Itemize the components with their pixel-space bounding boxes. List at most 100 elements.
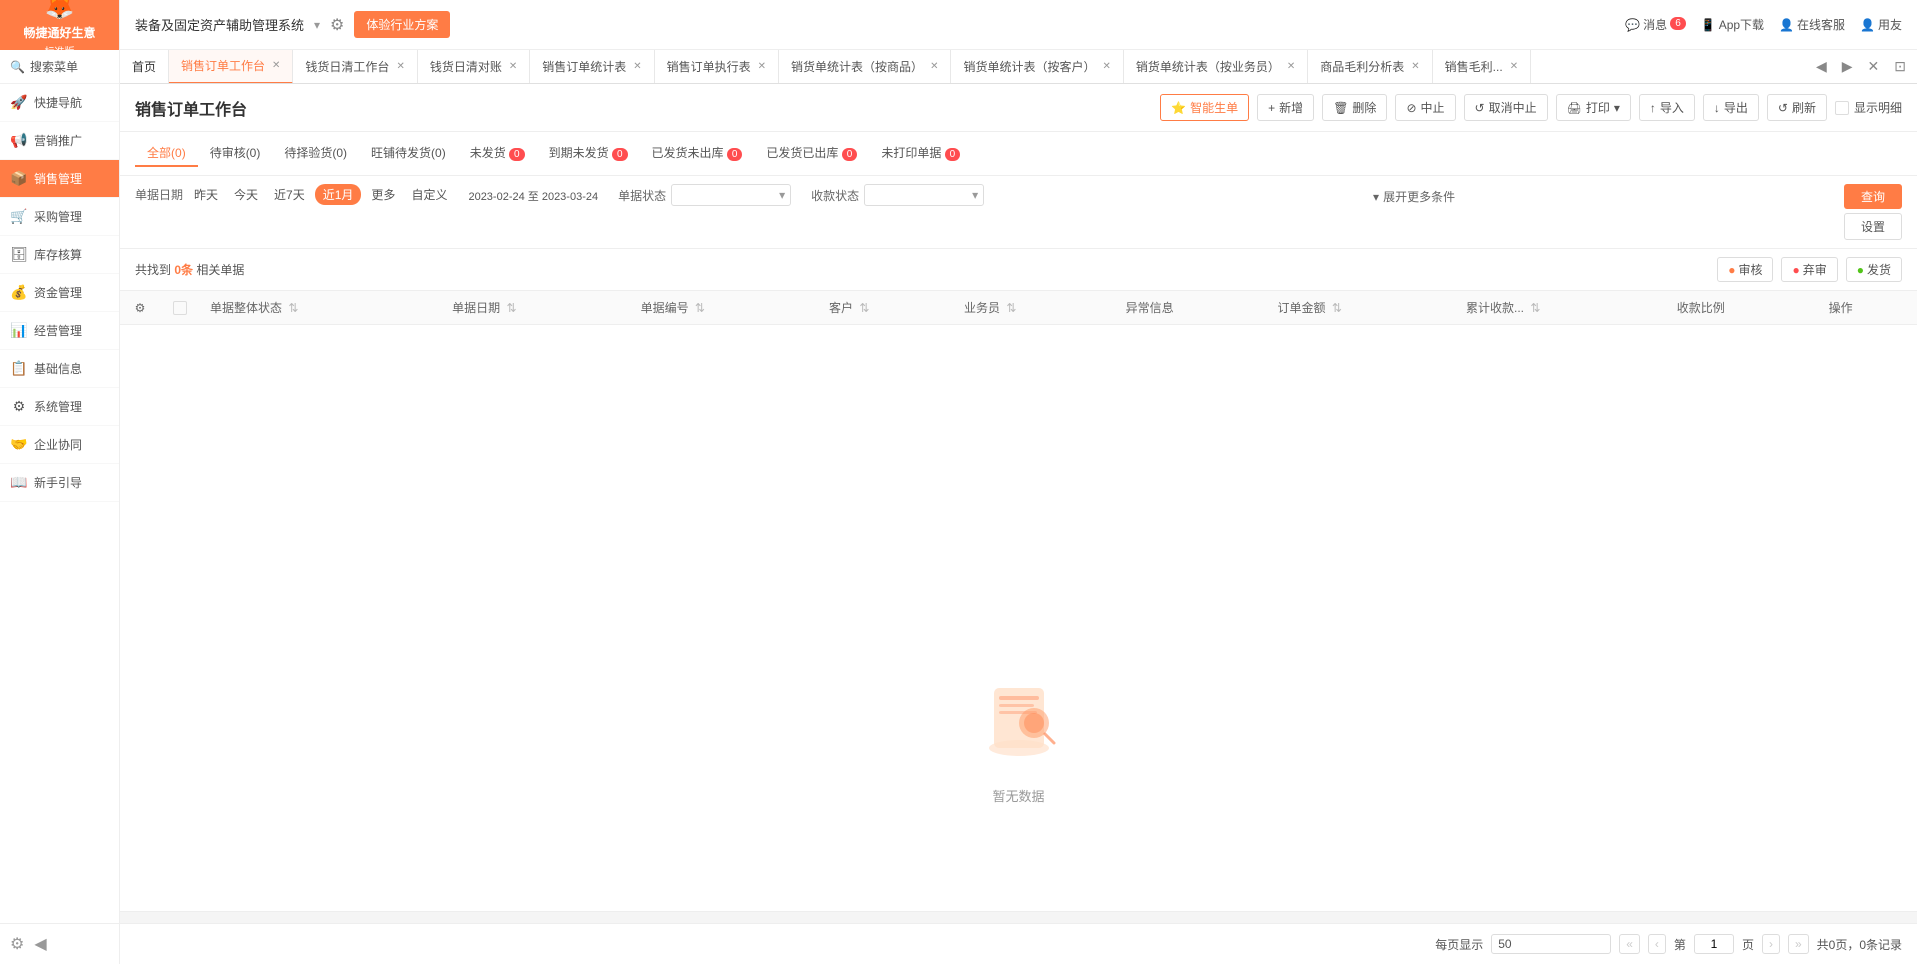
tab-cash-reconcile[interactable]: 钱货日清对账 ✕ xyxy=(418,50,530,84)
page-last-btn[interactable]: » xyxy=(1788,934,1809,954)
sidebar-item-enterprise[interactable]: 🤝 企业协同 xyxy=(0,426,119,464)
page-prev-btn[interactable]: ‹ xyxy=(1648,934,1666,954)
amount-sort-icon[interactable]: ⇅ xyxy=(1332,301,1342,315)
select-all-checkbox[interactable] xyxy=(173,301,187,315)
tab-sales-customer[interactable]: 销货单统计表（按客户） ✕ xyxy=(951,50,1123,84)
date-btn-more[interactable]: 更多 xyxy=(365,184,401,205)
tab-close-icon-3[interactable]: ✕ xyxy=(509,61,517,72)
topbar-message[interactable]: 💬 消息 6 xyxy=(1625,16,1686,33)
sidebar-item-management[interactable]: 📊 经营管理 xyxy=(0,312,119,350)
stop-btn[interactable]: ⊘ 中止 xyxy=(1395,94,1455,121)
topbar-dropdown-icon[interactable]: ▾ xyxy=(314,18,320,32)
topbar-online-service[interactable]: 👤 在线客服 xyxy=(1779,16,1845,33)
collapse-icon[interactable]: ◀ xyxy=(34,934,46,954)
smart-btn[interactable]: ⭐ 智能生单 xyxy=(1160,94,1249,121)
tab-sales-order-workbench[interactable]: 销售订单工作台 ✕ xyxy=(169,50,293,84)
tab-sales-stats[interactable]: 销售订单统计表 ✕ xyxy=(530,50,654,84)
tab-profit[interactable]: 商品毛利分析表 ✕ xyxy=(1308,50,1432,84)
sidebar-item-newbie[interactable]: 📖 新手引导 xyxy=(0,464,119,502)
sidebar-item-basics[interactable]: 📋 基础信息 xyxy=(0,350,119,388)
display-detail-toggle[interactable]: 显示明细 xyxy=(1835,99,1902,116)
tab-prev-icon[interactable]: ◀ xyxy=(1810,55,1833,78)
filter-tab-wangpu[interactable]: 旺铺待发货(0) xyxy=(359,140,458,167)
topbar-user[interactable]: 👤 用友 xyxy=(1860,16,1902,33)
topbar-app-download[interactable]: 📱 App下载 xyxy=(1701,16,1764,33)
salesman-sort-icon[interactable]: ⇅ xyxy=(1006,301,1016,315)
tab-sales-product[interactable]: 销货单统计表（按商品） ✕ xyxy=(779,50,951,84)
tab-cash-daily[interactable]: 钱货日清工作台 ✕ xyxy=(293,50,417,84)
sidebar-item-quicknav[interactable]: 🚀 快捷导航 xyxy=(0,84,119,122)
per-page-select[interactable]: 50 20 100 xyxy=(1491,934,1611,954)
date-btn-1month[interactable]: 近1月 xyxy=(315,184,362,205)
tab-close-icon-10[interactable]: ✕ xyxy=(1510,61,1518,72)
topbar-settings-icon[interactable]: ⚙ xyxy=(330,15,344,35)
date-btn-yesterday[interactable]: 昨天 xyxy=(188,184,224,205)
tab-sales-exec[interactable]: 销售订单执行表 ✕ xyxy=(655,50,779,84)
export-btn[interactable]: ↓ 导出 xyxy=(1703,94,1759,121)
filter-tab-all[interactable]: 全部(0) xyxy=(135,140,198,167)
page-number-input[interactable] xyxy=(1694,934,1734,954)
table-scroll-area[interactable]: ⚙ 单据整体状态 ⇅ 单据日期 ⇅ xyxy=(120,291,1917,561)
sidebar-item-system[interactable]: ⚙ 系统管理 xyxy=(0,388,119,426)
settings-footer-icon[interactable]: ⚙ xyxy=(10,934,24,954)
review-btn[interactable]: ● 审核 xyxy=(1717,257,1773,282)
import-btn[interactable]: ↑ 导入 xyxy=(1639,94,1695,121)
sidebar-finance-label: 资金管理 xyxy=(34,284,82,301)
tab-close-icon-9[interactable]: ✕ xyxy=(1411,61,1419,72)
page-next-btn[interactable]: › xyxy=(1762,934,1780,954)
sidebar-item-search[interactable]: 🔍 搜索菜单 xyxy=(0,50,119,84)
status-select[interactable] xyxy=(671,184,791,206)
cancel-stop-btn[interactable]: ↺ 取消中止 xyxy=(1464,94,1548,121)
tab-home[interactable]: 首页 xyxy=(120,50,169,84)
tab-menu-icon[interactable]: ⊡ xyxy=(1888,55,1912,78)
filter-tab-shipped-out[interactable]: 已发货已出库 0 xyxy=(754,140,869,167)
filter-tab-shipped-noout[interactable]: 已发货未出库 0 xyxy=(640,140,755,167)
filter-row: 单据日期 昨天 今天 近7天 近1月 更多 自定义 2023-02-24 至 2… xyxy=(120,176,1917,249)
filter-tab-pending[interactable]: 待审核(0) xyxy=(198,140,273,167)
date-btn-7days[interactable]: 近7天 xyxy=(268,184,311,205)
sidebar-item-purchase[interactable]: 🛒 采购管理 xyxy=(0,198,119,236)
tab-close-icon-5[interactable]: ✕ xyxy=(758,61,766,72)
tab-close-icon-8[interactable]: ✕ xyxy=(1287,61,1295,72)
number-sort-icon[interactable]: ⇅ xyxy=(695,301,705,315)
new-btn[interactable]: + 新增 xyxy=(1257,94,1314,121)
sidebar-item-sales[interactable]: 📦 销售管理 xyxy=(0,160,119,198)
customer-sort-icon[interactable]: ⇅ xyxy=(859,301,869,315)
date-sort-icon[interactable]: ⇅ xyxy=(506,301,516,315)
filter-tab-unprinted[interactable]: 未打印单据 0 xyxy=(869,140,972,167)
date-btn-custom[interactable]: 自定义 xyxy=(405,184,453,205)
filter-tab-unshipped[interactable]: 未发货 0 xyxy=(458,140,537,167)
tab-sales-staff[interactable]: 销货单统计表（按业务员） ✕ xyxy=(1124,50,1308,84)
page-first-btn[interactable]: « xyxy=(1619,934,1640,954)
settings-filter-btn[interactable]: 设置 xyxy=(1844,213,1902,240)
sidebar-item-marketing[interactable]: 📢 营销推广 xyxy=(0,122,119,160)
tab-close-icon[interactable]: ✕ xyxy=(272,60,280,71)
tab-close-icon-2[interactable]: ✕ xyxy=(396,61,404,72)
expand-more-btn[interactable]: ▾ 展开更多条件 xyxy=(1365,184,1463,209)
query-btn[interactable]: 查询 xyxy=(1844,184,1902,209)
ship-btn[interactable]: ● 发货 xyxy=(1846,257,1902,282)
tab-next-icon[interactable]: ▶ xyxy=(1836,55,1859,78)
tab-sales-profit[interactable]: 销售毛利... ✕ xyxy=(1433,50,1531,84)
sidebar-item-finance[interactable]: 💰 资金管理 xyxy=(0,274,119,312)
settings-col-icon[interactable]: ⚙ xyxy=(135,301,146,315)
received-sort-icon[interactable]: ⇅ xyxy=(1530,301,1540,315)
status-sort-icon[interactable]: ⇅ xyxy=(288,301,298,315)
sidebar-item-inventory[interactable]: 🗄 库存核算 xyxy=(0,236,119,274)
filter-tab-overdue[interactable]: 到期未发货 0 xyxy=(537,140,640,167)
tab-close-icon-6[interactable]: ✕ xyxy=(930,61,938,72)
tab-close-icon-7[interactable]: ✕ xyxy=(1102,61,1110,72)
sidebar-search-label: 搜索菜单 xyxy=(30,58,78,75)
refresh-btn[interactable]: ↺ 刷新 xyxy=(1767,94,1827,121)
abandon-review-btn[interactable]: ● 弃审 xyxy=(1781,257,1837,282)
filter-tab-inspection[interactable]: 待择验货(0) xyxy=(272,140,359,167)
industry-btn[interactable]: 体验行业方案 xyxy=(354,11,450,38)
horizontal-scrollbar[interactable] xyxy=(120,911,1917,923)
tab-close-all-icon[interactable]: ✕ xyxy=(1862,55,1886,78)
date-btn-today[interactable]: 今天 xyxy=(228,184,264,205)
print-btn[interactable]: 🖨 打印 ▾ xyxy=(1556,94,1631,121)
date-buttons: 昨天 今天 近7天 近1月 更多 自定义 xyxy=(188,184,453,205)
tab-close-icon-4[interactable]: ✕ xyxy=(633,61,641,72)
payment-select[interactable] xyxy=(864,184,984,206)
delete-btn[interactable]: 🗑 删除 xyxy=(1322,94,1387,121)
